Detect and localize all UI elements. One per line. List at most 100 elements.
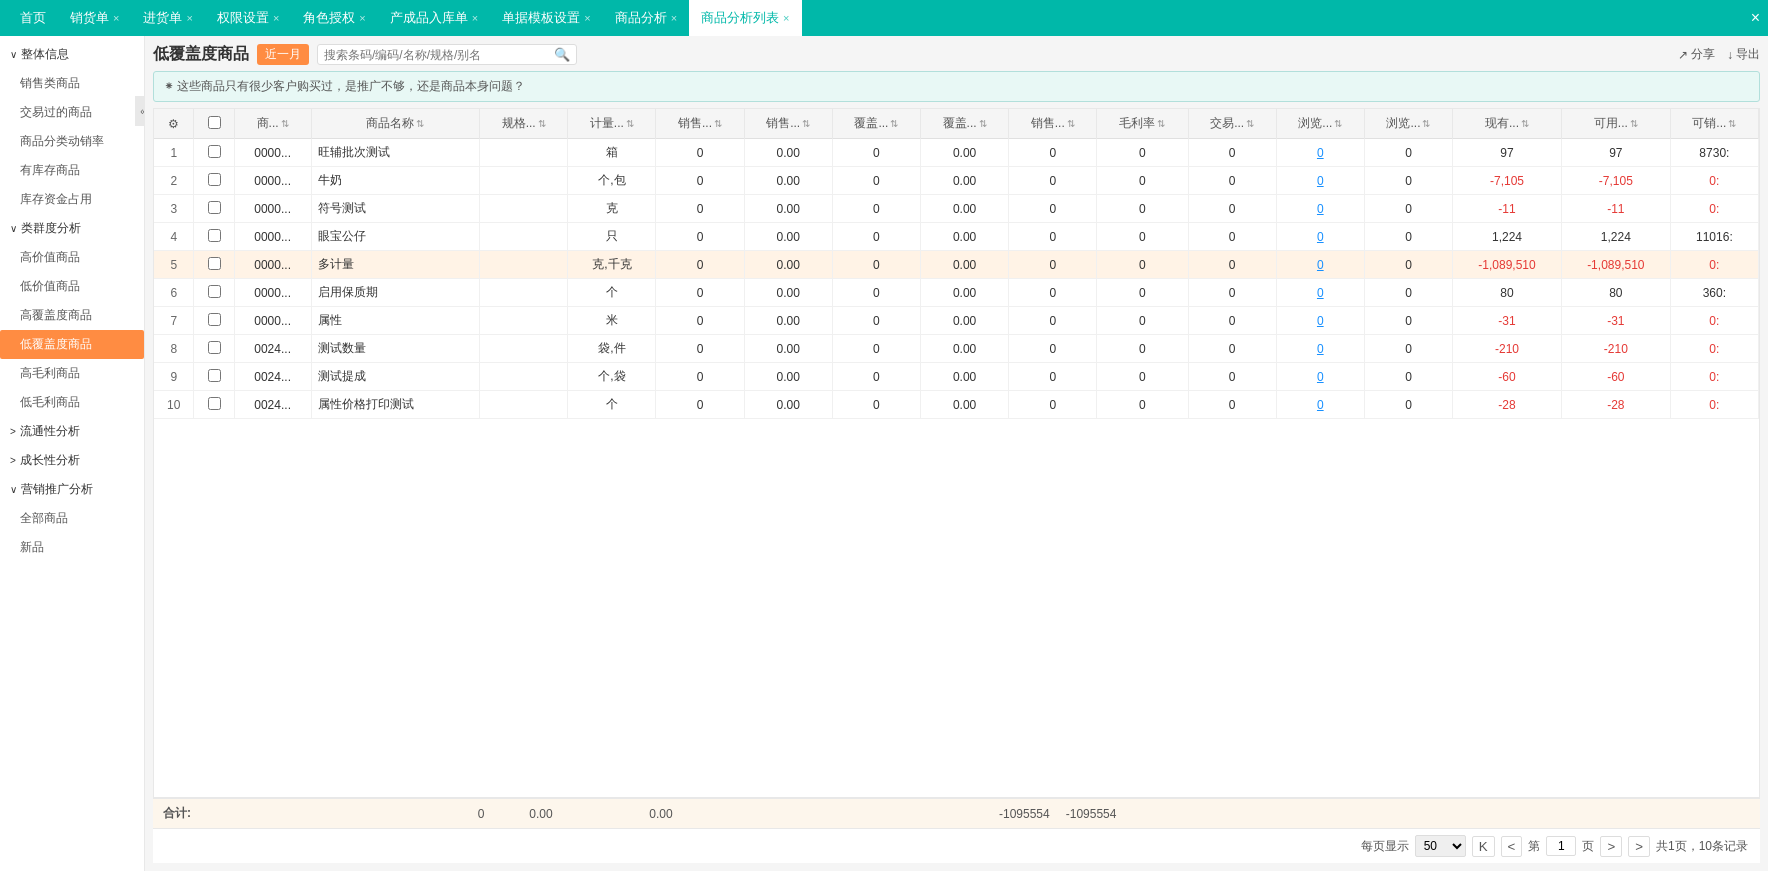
row-browse1[interactable]: 0 [1276,223,1364,251]
first-page-button[interactable]: K [1472,836,1495,857]
share-button[interactable]: ↗ 分享 [1678,46,1715,63]
sidebar-collapse-button[interactable]: « [135,96,145,126]
row-checkbox[interactable] [194,363,234,391]
sidebar-item-category-rate[interactable]: 商品分类动销率 [0,127,144,156]
row-checkbox[interactable] [194,307,234,335]
row-checkbox[interactable] [194,139,234,167]
next-page-button[interactable]: > [1600,836,1622,857]
search-input[interactable] [324,48,554,62]
col-current-stock[interactable]: 现有...⇅ [1453,109,1562,139]
sidebar-section-cluster[interactable]: ∨ 类群度分析 [0,214,144,243]
nav-product-analysis-list[interactable]: 商品分析列表 × [689,0,801,36]
row-checkbox[interactable] [194,223,234,251]
close-all-button[interactable]: × [1751,9,1760,27]
row-gross: 0 [1097,307,1188,335]
sidebar-item-low-margin[interactable]: 低毛利商品 [0,388,144,417]
row-browse1[interactable]: 0 [1276,335,1364,363]
sidebar-item-in-stock[interactable]: 有库存商品 [0,156,144,185]
row-cov1: 0 [832,167,920,195]
prev-page-button[interactable]: < [1501,836,1523,857]
close-icon[interactable]: × [671,12,677,24]
close-icon[interactable]: × [273,12,279,24]
row-browse1[interactable]: 0 [1276,251,1364,279]
nav-product-stock[interactable]: 产成品入库单 × [378,0,490,36]
close-icon[interactable]: × [472,12,478,24]
last-page-button[interactable]: > [1628,836,1650,857]
col-sales-qty[interactable]: 销售...⇅ [656,109,744,139]
sidebar-item-low-coverage[interactable]: 低覆盖度商品 [0,330,144,359]
col-sellable[interactable]: 可销...⇅ [1670,109,1758,139]
row-sales-c: 0 [1009,167,1097,195]
col-checkbox[interactable] [194,109,234,139]
close-icon[interactable]: × [359,12,365,24]
close-icon[interactable]: × [584,12,590,24]
row-browse1[interactable]: 0 [1276,167,1364,195]
col-code[interactable]: 商...⇅ [234,109,311,139]
row-checkbox[interactable] [194,167,234,195]
row-checkbox[interactable] [194,195,234,223]
sidebar-item-all-goods[interactable]: 全部商品 [0,504,144,533]
col-gross[interactable]: 毛利率⇅ [1097,109,1188,139]
row-checkbox[interactable] [194,335,234,363]
col-browse1[interactable]: 浏览...⇅ [1276,109,1364,139]
col-spec[interactable]: 规格...⇅ [480,109,568,139]
nav-purchase[interactable]: 进货单 × [131,0,204,36]
sidebar-item-low-value[interactable]: 低价值商品 [0,272,144,301]
period-button[interactable]: 近一月 [257,44,309,65]
col-trade[interactable]: 交易...⇅ [1188,109,1276,139]
nav-home[interactable]: 首页 [8,0,58,36]
page-number-input[interactable] [1546,836,1576,856]
nav-role[interactable]: 角色授权 × [291,0,377,36]
row-code: 0024... [234,363,311,391]
row-browse1[interactable]: 0 [1276,279,1364,307]
select-all-checkbox[interactable] [208,116,221,129]
row-browse2: 0 [1364,139,1452,167]
close-icon[interactable]: × [783,12,789,24]
footer-values: 0 0.00 0.00 -1095554 -1095554 [211,807,1750,821]
row-checkbox[interactable] [194,279,234,307]
sidebar-section-overall[interactable]: ∨ 整体信息 [0,40,144,69]
row-browse1[interactable]: 0 [1276,195,1364,223]
nav-template[interactable]: 单据模板设置 × [490,0,602,36]
row-browse1[interactable]: 0 [1276,307,1364,335]
col-unit[interactable]: 计量...⇅ [568,109,656,139]
row-sales-amt: 0.00 [744,167,832,195]
sidebar-item-capital[interactable]: 库存资金占用 [0,185,144,214]
col-sales-count[interactable]: 销售...⇅ [1009,109,1097,139]
nav-permission[interactable]: 权限设置 × [205,0,291,36]
export-button[interactable]: ↓ 导出 [1727,46,1760,63]
col-sales-amt[interactable]: 销售...⇅ [744,109,832,139]
col-browse2[interactable]: 浏览...⇅ [1364,109,1452,139]
footer-label: 合计: [163,805,191,822]
row-browse1[interactable]: 0 [1276,391,1364,419]
nav-sales[interactable]: 销货单 × [58,0,131,36]
sidebar-section-liquidity[interactable]: > 流通性分析 [0,417,144,446]
row-spec [480,279,568,307]
row-checkbox[interactable] [194,251,234,279]
sidebar-item-new-goods[interactable]: 新品 [0,533,144,562]
sidebar-item-high-margin[interactable]: 高毛利商品 [0,359,144,388]
per-page-select[interactable]: 50 20 100 [1415,835,1466,857]
row-spec [480,223,568,251]
row-name: 启用保质期 [311,279,480,307]
col-settings[interactable]: ⚙ [154,109,194,139]
nav-product-analysis[interactable]: 商品分析 × [603,0,689,36]
close-icon[interactable]: × [113,12,119,24]
col-available[interactable]: 可用...⇅ [1561,109,1670,139]
sidebar-item-traded-goods[interactable]: 交易过的商品 [0,98,144,127]
sidebar-item-high-coverage[interactable]: 高覆盖度商品 [0,301,144,330]
row-checkbox[interactable] [194,391,234,419]
col-coverage2[interactable]: 覆盖...⇅ [920,109,1008,139]
arrow-icon: ∨ [10,49,17,60]
close-icon[interactable]: × [186,12,192,24]
search-box[interactable]: 🔍 [317,44,577,65]
sidebar-section-marketing[interactable]: ∨ 营销推广分析 [0,475,144,504]
row-cov2: 0.00 [920,279,1008,307]
row-browse1[interactable]: 0 [1276,139,1364,167]
col-coverage1[interactable]: 覆盖...⇅ [832,109,920,139]
sidebar-item-high-value[interactable]: 高价值商品 [0,243,144,272]
col-name[interactable]: 商品名称⇅ [311,109,480,139]
sidebar-section-growth[interactable]: > 成长性分析 [0,446,144,475]
row-browse1[interactable]: 0 [1276,363,1364,391]
sidebar-item-sales-goods[interactable]: 销售类商品 [0,69,144,98]
